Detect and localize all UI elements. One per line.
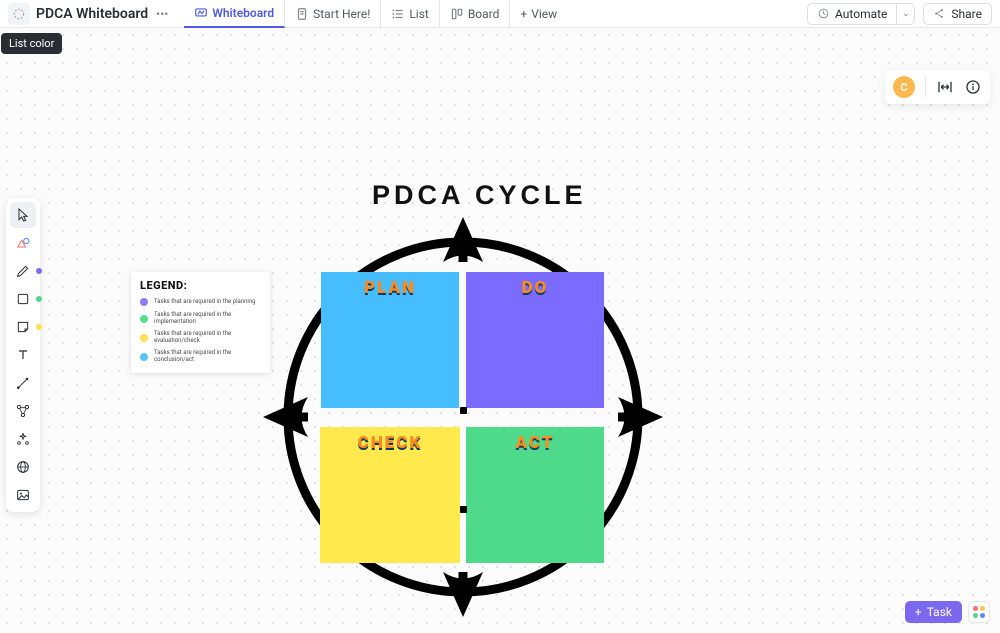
bottom-right-controls: + Task (905, 601, 990, 623)
text-icon (15, 347, 31, 363)
tool-color-dot (36, 268, 42, 274)
relationship-tool[interactable] (10, 398, 36, 424)
automate-icon (817, 7, 830, 20)
share-button[interactable]: Share (923, 3, 992, 25)
topbar: PDCA Whiteboard ••• Whiteboard Start Her… (0, 0, 1000, 28)
page-icon[interactable] (8, 3, 30, 25)
legend-row: Tasks that are required in the implement… (140, 312, 261, 325)
plan-quadrant[interactable]: PLAN (321, 272, 459, 408)
sparkle-nodes-icon (15, 431, 31, 447)
quadrant-label: PLAN (364, 278, 416, 298)
tool-color-dot (36, 324, 42, 330)
shapes-icon (15, 235, 31, 251)
whiteboard-icon (194, 6, 208, 20)
apps-grid-icon (973, 606, 985, 618)
legend-dot (140, 353, 148, 361)
automate-split-button: Automate ⌄ (807, 3, 915, 25)
tab-board[interactable]: Board (440, 0, 511, 28)
legend-text: Tasks that are required in the evaluatio… (154, 331, 261, 344)
new-task-button[interactable]: + Task (905, 601, 962, 623)
ai-tool[interactable] (10, 426, 36, 452)
globe-icon (15, 459, 31, 475)
tab-start-here[interactable]: Start Here! (285, 0, 381, 28)
quadrant-label: DO (522, 278, 549, 298)
fit-width-icon (936, 78, 954, 96)
sticky-note-tool[interactable] (10, 314, 36, 340)
tab-label: List (409, 7, 429, 21)
pen-icon (15, 263, 31, 279)
plus-icon: + (520, 7, 527, 21)
tab-label: Board (468, 7, 500, 21)
list-icon (391, 7, 405, 21)
tab-label: View (531, 7, 557, 21)
page-title[interactable]: PDCA Whiteboard (36, 6, 148, 22)
tool-color-dot (36, 296, 42, 302)
board-icon (450, 7, 464, 21)
pdca-diagram[interactable]: PLAN DO CHECK ACT (260, 214, 666, 620)
button-label: Task (927, 605, 952, 619)
legend-dot (140, 298, 148, 306)
do-quadrant[interactable]: DO (466, 272, 604, 408)
tab-list[interactable]: List (381, 0, 440, 28)
view-tabs: Whiteboard Start Here! List Board + View (184, 0, 567, 28)
quadrant-label: CHECK (358, 433, 423, 453)
topbar-left: PDCA Whiteboard ••• Whiteboard Start Her… (8, 0, 567, 28)
sticky-note-icon (15, 319, 31, 335)
divider (925, 77, 926, 97)
diagram-title: PDCA CYCLE (372, 180, 587, 211)
legend-card[interactable]: LEGEND: Tasks that are required in the p… (131, 272, 270, 373)
check-quadrant[interactable]: CHECK (320, 427, 460, 563)
square-icon (15, 291, 31, 307)
rectangle-tool[interactable] (10, 286, 36, 312)
tab-label: Start Here! (313, 7, 370, 21)
automate-button[interactable]: Automate (807, 3, 897, 25)
legend-title: LEGEND: (140, 279, 261, 292)
info-icon (964, 78, 982, 96)
automate-caret[interactable]: ⌄ (897, 3, 915, 25)
tab-whiteboard[interactable]: Whiteboard (184, 0, 285, 28)
share-icon (933, 7, 946, 20)
topbar-right: Automate ⌄ Share (807, 3, 992, 25)
connector-icon (15, 375, 31, 391)
quadrant-label: ACT (515, 433, 554, 453)
text-tool[interactable] (10, 342, 36, 368)
more-menu-icon[interactable]: ••• (154, 7, 170, 21)
connector-tool[interactable] (10, 370, 36, 396)
legend-dot (140, 334, 148, 342)
circle-dashed-icon (12, 7, 26, 21)
info-button[interactable] (964, 78, 982, 96)
legend-text: Tasks that are required in the planning (154, 299, 256, 306)
act-quadrant[interactable]: ACT (466, 427, 604, 563)
whiteboard-canvas[interactable]: C LEGEND: Tasks that are required in the… (0, 28, 1000, 633)
add-view-button[interactable]: + View (510, 7, 567, 21)
button-label: Automate (835, 7, 887, 21)
center-marker (460, 407, 467, 414)
apps-button[interactable] (968, 601, 990, 623)
select-tool[interactable] (10, 202, 36, 228)
plus-icon: + (915, 605, 922, 619)
drawing-toolbar (6, 198, 40, 512)
center-marker (460, 506, 467, 513)
tab-label: Whiteboard (212, 6, 274, 20)
shapes-tool[interactable] (10, 230, 36, 256)
web-tool[interactable] (10, 454, 36, 480)
legend-text: Tasks that are required in the conclusio… (154, 350, 261, 363)
doc-icon (295, 7, 309, 21)
canvas-top-controls: C (885, 70, 990, 104)
button-label: Share (951, 7, 982, 21)
image-tool[interactable] (10, 482, 36, 508)
legend-dot (140, 315, 148, 323)
user-avatar[interactable]: C (893, 76, 915, 98)
pen-tool[interactable] (10, 258, 36, 284)
cursor-icon (15, 207, 31, 223)
legend-row: Tasks that are required in the conclusio… (140, 350, 261, 363)
image-icon (15, 487, 31, 503)
list-color-tooltip: List color (1, 33, 62, 54)
fit-width-button[interactable] (936, 78, 954, 96)
legend-text: Tasks that are required in the implement… (154, 312, 261, 325)
legend-row: Tasks that are required in the evaluatio… (140, 331, 261, 344)
legend-row: Tasks that are required in the planning (140, 298, 261, 306)
nodes-icon (15, 403, 31, 419)
